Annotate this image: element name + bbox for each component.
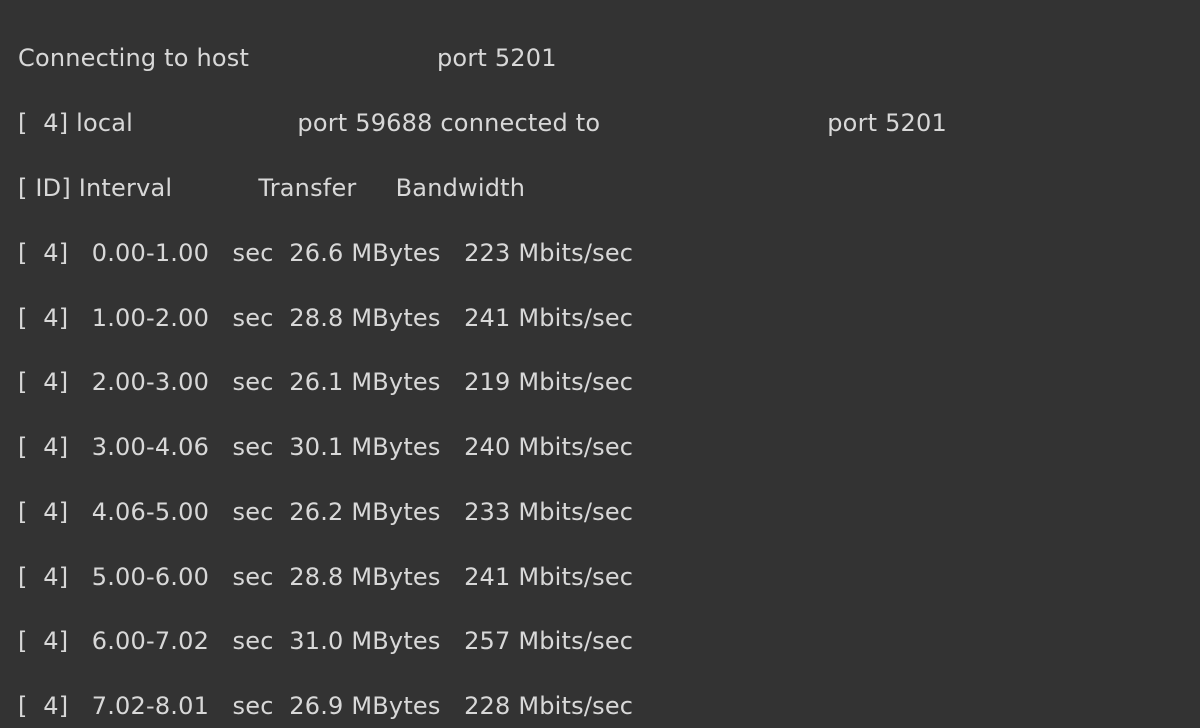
local-connection-line: [ 4] local port 59688 connected to port … [18, 107, 1182, 139]
interval-row: [ 4] 6.00-7.02 sec 31.0 MBytes 257 Mbits… [18, 625, 1182, 657]
interval-row: [ 4] 3.00-4.06 sec 30.1 MBytes 240 Mbits… [18, 431, 1182, 463]
terminal-output: Connecting to host port 5201 [ 4] local … [0, 0, 1200, 728]
interval-row: [ 4] 5.00-6.00 sec 28.8 MBytes 241 Mbits… [18, 561, 1182, 593]
interval-row: [ 4] 7.02-8.01 sec 26.9 MBytes 228 Mbits… [18, 690, 1182, 722]
interval-row: [ 4] 0.00-1.00 sec 26.6 MBytes 223 Mbits… [18, 237, 1182, 269]
interval-row: [ 4] 1.00-2.00 sec 28.8 MBytes 241 Mbits… [18, 302, 1182, 334]
interval-row: [ 4] 4.06-5.00 sec 26.2 MBytes 233 Mbits… [18, 496, 1182, 528]
column-header: [ ID] Interval Transfer Bandwidth [18, 172, 1182, 204]
connecting-line: Connecting to host port 5201 [18, 42, 1182, 74]
interval-row: [ 4] 2.00-3.00 sec 26.1 MBytes 219 Mbits… [18, 366, 1182, 398]
